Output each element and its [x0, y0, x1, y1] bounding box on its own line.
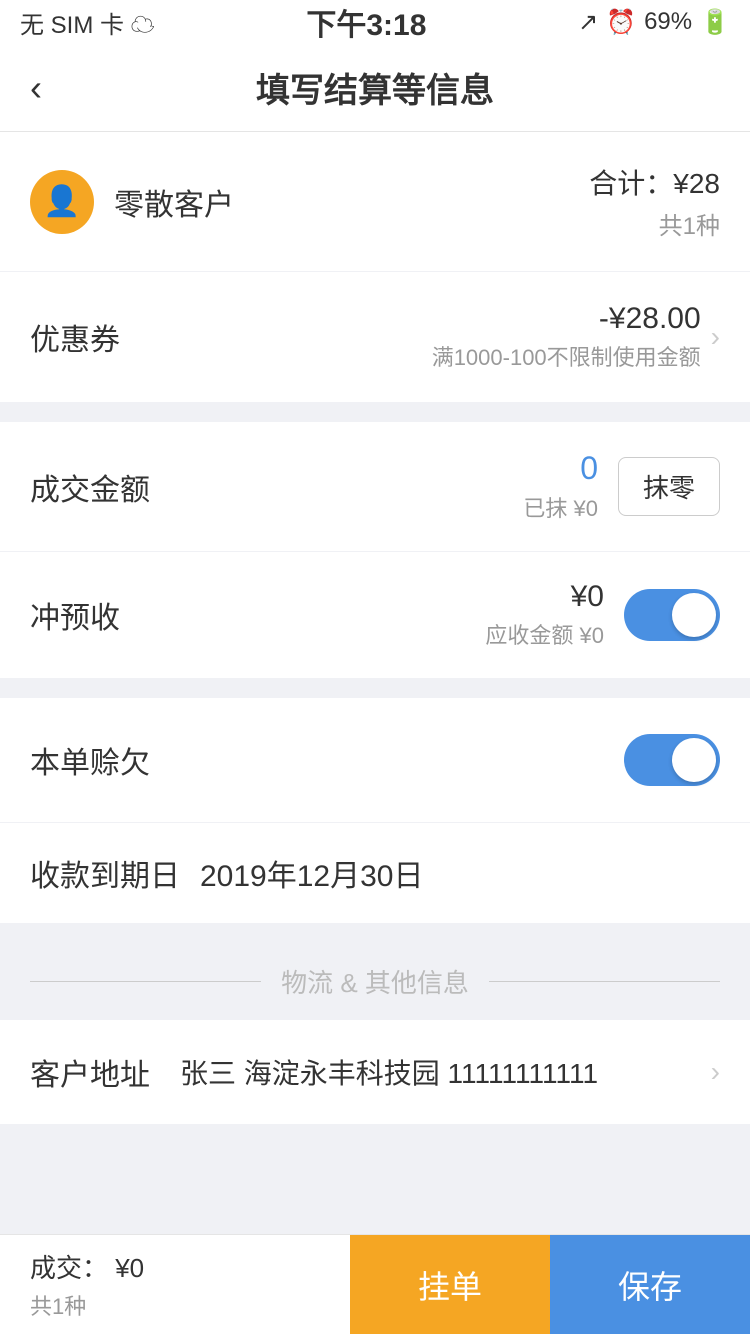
- logistics-separator: 物流 & 其他信息: [0, 943, 750, 1020]
- save-button[interactable]: 保存: [550, 1235, 750, 1334]
- status-time: 下午3:18: [306, 0, 426, 44]
- avatar-icon: 👤: [43, 184, 80, 219]
- page-title: 填写结算等信息: [256, 63, 494, 112]
- deal-amount-area: 0 已抹 ¥0: [523, 450, 598, 523]
- due-date-label: 收款到期日: [30, 851, 180, 895]
- status-bar: 无 SIM 卡 ☁ 下午3:18 ↗ ⏰ 69% 🔋: [0, 0, 750, 44]
- customer-name: 零散客户: [114, 180, 234, 224]
- hang-button[interactable]: 挂单: [350, 1235, 550, 1334]
- round-button[interactable]: 抹零: [618, 457, 720, 516]
- debt-toggle[interactable]: [624, 734, 720, 786]
- address-label: 客户地址: [30, 1050, 150, 1094]
- sep-line-right: [489, 981, 720, 982]
- address-value: 张三 海淀永丰科技园 11111111111: [180, 1052, 711, 1092]
- logistics-label: 物流 & 其他信息: [281, 963, 469, 1000]
- deal-row: 成交金额 0 已抹 ¥0 抹零: [0, 422, 750, 551]
- customer-total-area: 合计：¥28 共1种: [589, 162, 720, 241]
- coupon-chevron-icon: ›: [711, 321, 720, 353]
- deal-section: 成交金额 0 已抹 ¥0 抹零 冲预收 ¥0 应收金额 ¥0: [0, 422, 750, 678]
- debt-row: 本单赊欠: [0, 698, 750, 822]
- customer-info: 👤 零散客户: [30, 170, 234, 234]
- battery-level: 69%: [644, 8, 692, 36]
- prepay-row: 冲预收 ¥0 应收金额 ¥0: [0, 551, 750, 678]
- back-button[interactable]: ‹: [30, 67, 42, 109]
- coupon-discount: -¥28.00: [432, 302, 701, 336]
- coupon-label: 优惠券: [30, 315, 120, 359]
- debt-label: 本单赊欠: [30, 738, 150, 782]
- address-row[interactable]: 客户地址 张三 海淀永丰科技园 11111111111 ›: [0, 1020, 750, 1124]
- prepay-receivable: 应收金额 ¥0: [485, 618, 604, 650]
- sim-status: 无 SIM 卡 ☁: [20, 5, 155, 40]
- customer-section: 👤 零散客户 合计：¥28 共1种 优惠券 -¥28.00 满1000-100不…: [0, 132, 750, 402]
- bottom-info: 成交： ¥0 共1种: [0, 1235, 350, 1334]
- prepay-toggle[interactable]: [624, 589, 720, 641]
- status-right: ↗ ⏰ 69% 🔋: [578, 8, 730, 37]
- deal-amount-value: 0: [523, 450, 598, 487]
- prepay-right: ¥0 应收金额 ¥0: [485, 580, 720, 650]
- bottom-deal-label: 成交： ¥0: [30, 1248, 320, 1285]
- coupon-row[interactable]: 优惠券 -¥28.00 满1000-100不限制使用金额 ›: [0, 271, 750, 402]
- prepay-amount-area: ¥0 应收金额 ¥0: [485, 580, 604, 650]
- debt-section: 本单赊欠 收款到期日 2019年12月30日: [0, 698, 750, 923]
- coupon-right: -¥28.00 满1000-100不限制使用金额 ›: [432, 302, 720, 372]
- location-icon: ↗: [578, 8, 598, 37]
- due-date-value: 2019年12月30日: [200, 851, 423, 895]
- address-chevron-icon: ›: [711, 1056, 720, 1088]
- due-date-row: 收款到期日 2019年12月30日: [0, 822, 750, 923]
- deal-right: 0 已抹 ¥0 抹零: [523, 450, 720, 523]
- customer-total: 合计：¥28: [589, 162, 720, 202]
- coupon-desc: 满1000-100不限制使用金额: [432, 340, 701, 372]
- alarm-icon: ⏰: [606, 8, 636, 37]
- bottom-bar: 成交： ¥0 共1种 挂单 保存: [0, 1234, 750, 1334]
- coupon-content: -¥28.00 满1000-100不限制使用金额: [432, 302, 701, 372]
- bottom-deal-count: 共1种: [30, 1289, 320, 1321]
- customer-row: 👤 零散客户 合计：¥28 共1种: [0, 132, 750, 271]
- status-left: 无 SIM 卡 ☁: [20, 5, 155, 40]
- logistics-sep-inner: 物流 & 其他信息: [30, 963, 720, 1000]
- prepay-toggle-knob: [672, 593, 716, 637]
- prepay-label: 冲预收: [30, 593, 120, 637]
- nav-bar: ‹ 填写结算等信息: [0, 44, 750, 132]
- prepay-amount: ¥0: [485, 580, 604, 614]
- sep-line-left: [30, 981, 261, 982]
- deal-deducted: 已抹 ¥0: [523, 491, 598, 523]
- customer-avatar: 👤: [30, 170, 94, 234]
- debt-toggle-knob: [672, 738, 716, 782]
- deal-label: 成交金额: [30, 465, 150, 509]
- customer-count: 共1种: [589, 206, 720, 241]
- address-section: 客户地址 张三 海淀永丰科技园 11111111111 ›: [0, 1020, 750, 1124]
- battery-icon: 🔋: [700, 8, 730, 37]
